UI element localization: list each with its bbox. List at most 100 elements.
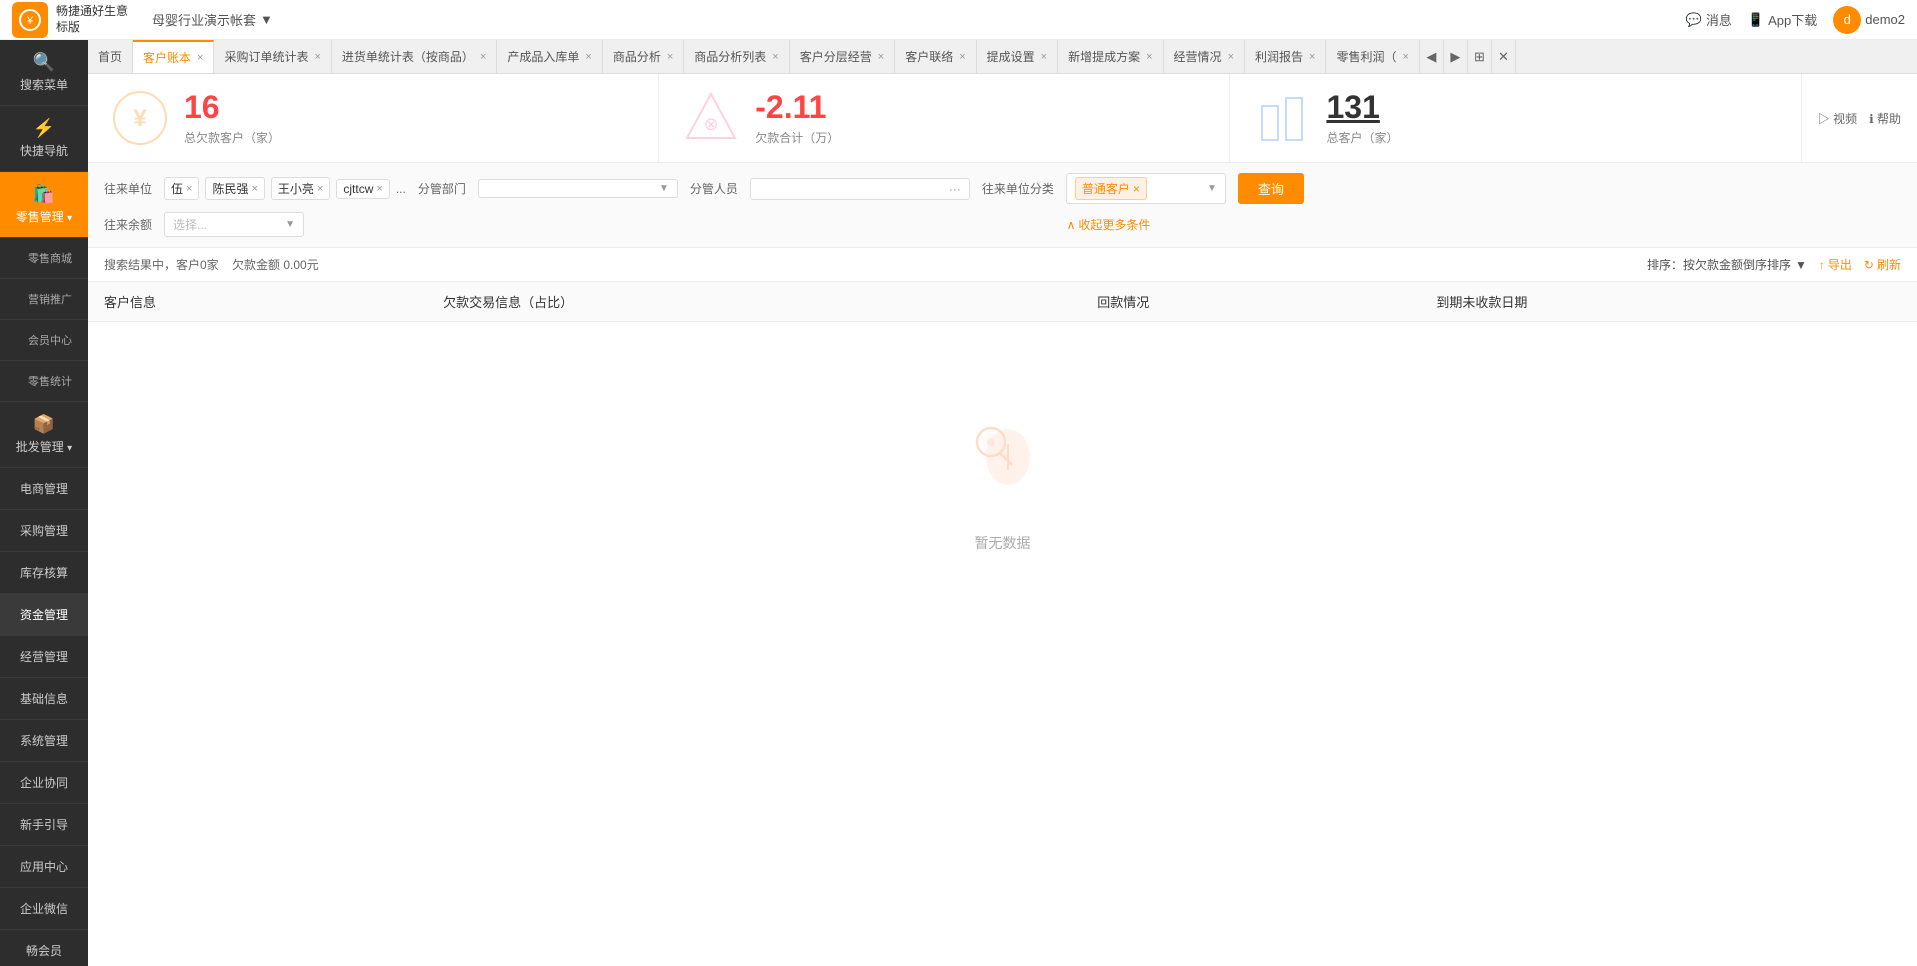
refresh-icon: ↻ (1864, 258, 1874, 272)
tag-cjttcw[interactable]: cjttcw × (336, 179, 389, 199)
sidebar-item-retail-stats[interactable]: 零售统计 (0, 361, 88, 402)
building-icon (1254, 90, 1310, 146)
person-filter-select[interactable]: ··· (750, 178, 970, 200)
tab-close-all-button[interactable]: ✕ (1492, 40, 1516, 74)
sidebar-item-purchase[interactable]: 采购管理 (0, 510, 88, 552)
tag-wu-remove[interactable]: × (186, 183, 192, 195)
sidebar-item-new-guide[interactable]: 新手引导 (0, 804, 88, 846)
tab-promotion-settings[interactable]: 提成设置 × (977, 40, 1058, 74)
tab-customer-contact[interactable]: 客户联络 × (895, 40, 976, 74)
sidebar-item-ecommerce[interactable]: 电商管理 (0, 468, 88, 510)
sort-label: 排序：按欠款金额倒序排序 (1647, 256, 1791, 273)
logo: ¥ 畅捷通好生意 标版 (12, 2, 128, 38)
tab-customer-segment-close[interactable]: × (878, 51, 884, 63)
tab-retail-profit-close[interactable]: × (1402, 51, 1408, 63)
tab-new-promotion-close[interactable]: × (1146, 51, 1152, 63)
unit-filter-label: 往来单位 (104, 180, 152, 197)
customer-type-remove[interactable]: × (1133, 182, 1140, 196)
person-more-button[interactable]: ··· (949, 182, 961, 196)
messages-button[interactable]: 💬 消息 (1686, 10, 1732, 29)
sidebar-item-operations[interactable]: 经营管理 (0, 636, 88, 678)
export-button[interactable]: ↑ 导出 (1819, 256, 1852, 273)
tag-chen-remove[interactable]: × (251, 183, 257, 195)
tab-business-status-close[interactable]: × (1228, 51, 1234, 63)
query-button[interactable]: 查询 (1238, 173, 1304, 204)
sort-dropdown-icon: ▼ (1795, 258, 1807, 272)
tab-business-status[interactable]: 经营情况 × (1164, 40, 1245, 74)
tab-purchase-order-close[interactable]: × (314, 51, 320, 63)
tab-product-analysis-list-close[interactable]: × (772, 51, 778, 63)
app-download-button[interactable]: 📱 App下载 (1748, 10, 1817, 29)
sort-select[interactable]: 排序：按欠款金额倒序排序 ▼ (1647, 256, 1807, 273)
tag-wang-remove[interactable]: × (317, 183, 323, 195)
tag-wu[interactable]: 伍 × (164, 177, 199, 200)
tab-production-inbound-close[interactable]: × (585, 51, 591, 63)
tab-product-analysis[interactable]: 商品分析 × (603, 40, 684, 74)
sidebar-item-enterprise-collab[interactable]: 企业协同 (0, 762, 88, 804)
unit-class-select[interactable]: 普通客户 × ▼ (1066, 173, 1226, 204)
empty-icon (953, 402, 1053, 521)
sidebar-item-system[interactable]: 系统管理 (0, 720, 88, 762)
tab-purchase-stats-close[interactable]: × (480, 51, 486, 63)
stat-total-customers: 131 总客户（家） (1230, 74, 1801, 162)
tag-cjttcw-remove[interactable]: × (376, 183, 382, 195)
sidebar-item-retail-mall[interactable]: 零售商城 (0, 238, 88, 279)
stat-debt-amount: ⊗ -2.11 欠款合计（万） (659, 74, 1230, 162)
tab-purchase-order[interactable]: 采购订单统计表 × (214, 40, 331, 74)
dept-filter-label: 分管部门 (418, 180, 466, 197)
collapse-button[interactable]: ∧ 收起更多条件 (1067, 216, 1151, 233)
tag-wang[interactable]: 王小亮 × (271, 177, 330, 200)
balance-select[interactable]: 选择... ▼ (164, 212, 304, 237)
sidebar-item-basic-info[interactable]: 基础信息 (0, 678, 88, 720)
tab-product-analysis-list[interactable]: 商品分析列表 × (684, 40, 789, 74)
tab-customer-contact-close[interactable]: × (959, 51, 965, 63)
tab-customer-segment[interactable]: 客户分层经营 × (790, 40, 895, 74)
tab-customer-cost-close[interactable]: × (197, 52, 203, 64)
tab-purchase-stats[interactable]: 进货单统计表（按商品） × (332, 40, 497, 74)
sidebar-item-search-menu[interactable]: 🔍 搜索菜单 (0, 40, 88, 106)
tab-new-promotion[interactable]: 新增提成方案 × (1058, 40, 1163, 74)
dept-dropdown-icon: ▼ (659, 183, 669, 194)
col-customer-info: 客户信息 (88, 282, 427, 322)
help-link[interactable]: ℹ 帮助 (1869, 110, 1901, 127)
sidebar-item-app-center[interactable]: 应用中心 (0, 846, 88, 888)
bag-icon: 🛍️ (4, 184, 84, 205)
tab-promotion-settings-close[interactable]: × (1041, 51, 1047, 63)
user-profile[interactable]: d demo2 (1833, 6, 1905, 34)
debt-amount-label: 欠款合计（万） (755, 129, 839, 146)
yuan-icon: ¥ (112, 90, 168, 146)
tab-expand-button[interactable]: ⊞ (1468, 40, 1492, 74)
total-customers-value: 131 (1326, 90, 1398, 125)
tab-retail-profit[interactable]: 零售利润（ × (1326, 40, 1419, 74)
sidebar-item-wholesale[interactable]: 📦 批发管理 ▾ (0, 402, 88, 468)
sidebar-item-retail-mgmt[interactable]: 🛍️ 零售管理 ▾ (0, 172, 88, 238)
sidebar-item-member-vip[interactable]: 畅会员 (0, 930, 88, 966)
tab-customer-cost[interactable]: 客户账本 × (133, 40, 214, 74)
account-selector[interactable]: 母婴行业演示帐套 ▼ (144, 6, 281, 33)
more-tags-button[interactable]: ... (396, 182, 406, 196)
tab-profit-report[interactable]: 利润报告 × (1245, 40, 1326, 74)
sidebar-item-inventory[interactable]: 库存核算 (0, 552, 88, 594)
tab-profit-report-close[interactable]: × (1309, 51, 1315, 63)
tab-product-analysis-close[interactable]: × (667, 51, 673, 63)
video-link[interactable]: ▷ 视频 (1818, 110, 1857, 127)
refresh-button[interactable]: ↻ 刷新 (1864, 256, 1901, 273)
export-icon: ↑ (1819, 258, 1825, 272)
tab-next-button[interactable]: ▶ (1444, 40, 1468, 74)
tag-chen[interactable]: 陈民强 × (205, 177, 264, 200)
filter-area: 往来单位 伍 × 陈民强 × 王小亮 × (88, 163, 1917, 248)
col-repayment: 回款情况 (1081, 282, 1420, 322)
tab-home[interactable]: 首页 (88, 40, 133, 74)
chevron-down-icon-2: ▾ (67, 443, 72, 454)
sidebar-item-members[interactable]: 会员中心 (0, 320, 88, 361)
tab-prev-button[interactable]: ◀ (1420, 40, 1444, 74)
result-bar: 搜索结果中，客户0家 欠款金额 0.00元 排序：按欠款金额倒序排序 ▼ ↑ 导… (88, 248, 1917, 282)
sidebar-item-quick-nav[interactable]: ⚡ 快捷导航 (0, 106, 88, 172)
lightning-icon: ⚡ (4, 118, 84, 139)
sidebar-item-enterprise-wechat[interactable]: 企业微信 (0, 888, 88, 930)
tab-production-inbound[interactable]: 产成品入库单 × (497, 40, 602, 74)
dept-filter-select[interactable]: ▼ (478, 179, 678, 198)
balance-label: 往来余额 (104, 216, 152, 233)
sidebar-item-finance[interactable]: 资金管理 (0, 594, 88, 636)
sidebar-item-marketing[interactable]: 营销推广 (0, 279, 88, 320)
